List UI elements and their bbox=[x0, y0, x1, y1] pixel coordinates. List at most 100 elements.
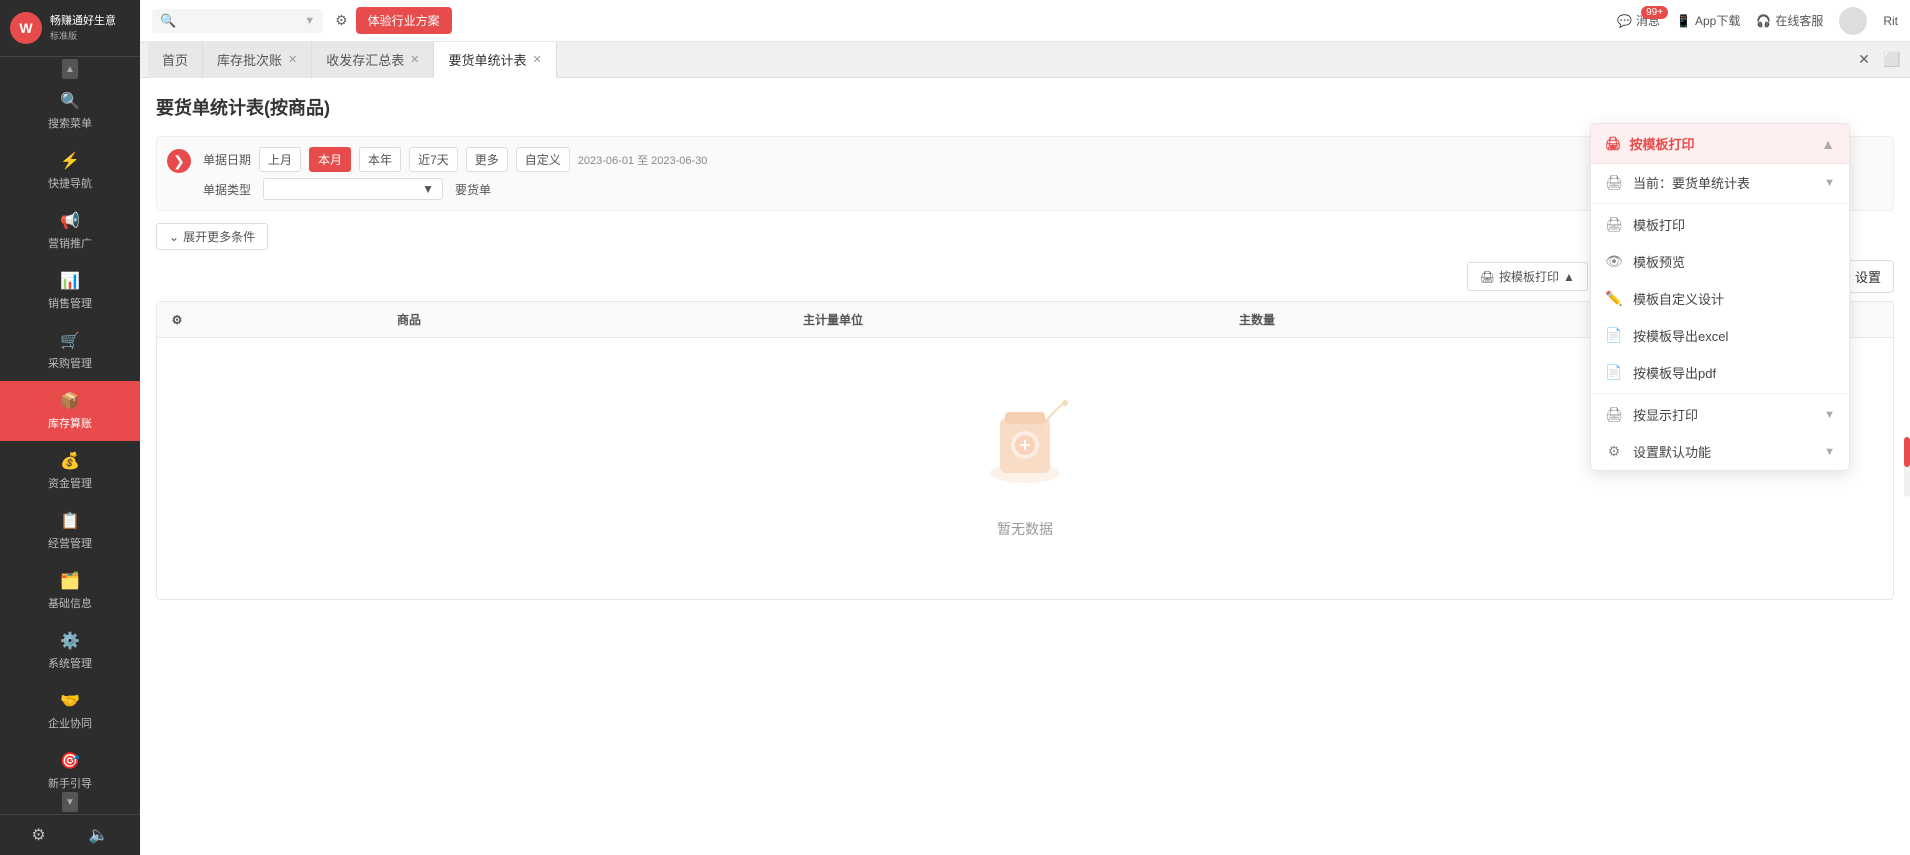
right-scrollbar[interactable] bbox=[1904, 437, 1910, 497]
dropdown-display-print[interactable]: 🖨 按显示打印 ▼ bbox=[1591, 396, 1849, 433]
sidebar-item-label-basic: 基础信息 bbox=[48, 595, 92, 611]
dropdown-current-label: 当前：要货单统计表 bbox=[1633, 173, 1750, 192]
gear-icon[interactable]: ⚙ bbox=[335, 12, 348, 29]
th-settings-label: ⚙ bbox=[172, 313, 183, 327]
tabbar: 首页 库存批次账 ✕ 收发存汇总表 ✕ 要货单统计表 ✕ ✕ ⬜ bbox=[140, 42, 1910, 78]
sidebar-item-shortcut[interactable]: ⚡ 快捷导航 bbox=[0, 141, 140, 201]
dropdown-export-pdf[interactable]: 📄 按模板导出pdf bbox=[1591, 354, 1849, 391]
search-input[interactable] bbox=[180, 14, 300, 28]
purchase-icon: 🛒 bbox=[60, 331, 80, 351]
sidebar-item-marketing[interactable]: 📢 营销推广 bbox=[0, 201, 140, 261]
topbar-search-box[interactable]: 🔍 ▼ bbox=[152, 9, 323, 33]
inventory-icon: 📦 bbox=[60, 391, 80, 411]
tab-home[interactable]: 首页 bbox=[148, 42, 203, 78]
scroll-up-btn[interactable]: ▲ bbox=[62, 59, 78, 79]
phone-icon: 📱 bbox=[1676, 14, 1691, 28]
trial-btn[interactable]: 体验行业方案 bbox=[356, 7, 452, 34]
date-current-btn[interactable]: 本月 bbox=[309, 147, 351, 172]
dropdown-template-preview[interactable]: 👁 模板预览 bbox=[1591, 243, 1849, 280]
tab-collection[interactable]: 收发存汇总表 ✕ bbox=[312, 42, 434, 78]
maximize-window-btn[interactable]: ⬜ bbox=[1882, 50, 1902, 70]
sidebar-item-label-guide: 新手引导 bbox=[48, 775, 92, 790]
page-content: 要货单统计表(按商品) ❯ 单据日期 上月 本月 本年 近7天 更多 自定义 2… bbox=[140, 78, 1910, 855]
dropdown-template-print[interactable]: 🖨 模板打印 bbox=[1591, 206, 1849, 243]
sidebar: W 畅赚通好生意 标准版 ▲ 🔍 搜索菜单 ⚡ 快捷导航 📢 营销推广 📊 销售… bbox=[0, 0, 140, 855]
sidebar-item-label-sales: 销售管理 bbox=[48, 295, 92, 311]
app-download-btn[interactable]: 📱 App下载 bbox=[1676, 12, 1740, 29]
headset-icon: 🎧 bbox=[1756, 14, 1771, 28]
sidebar-item-guide[interactable]: 🎯 新手引导 bbox=[0, 741, 140, 790]
scrollbar-thumb[interactable] bbox=[1904, 437, 1910, 467]
sidebar-item-finance[interactable]: 💰 资金管理 bbox=[0, 441, 140, 501]
dropdown-divider-2 bbox=[1591, 393, 1849, 394]
dropdown-header-close[interactable]: ▲ bbox=[1821, 136, 1835, 152]
scroll-down-btn[interactable]: ▼ bbox=[62, 792, 78, 812]
sidebar-item-label-purchase: 采购管理 bbox=[48, 355, 92, 371]
username-label: Rit bbox=[1883, 14, 1898, 28]
filter-date-area: 单据日期 上月 本月 本年 近7天 更多 自定义 2023-06-01 至 20… bbox=[203, 147, 707, 200]
date-custom-btn[interactable]: 自定义 bbox=[516, 147, 570, 172]
logo-badge: 标准版 bbox=[50, 29, 116, 42]
operation-icon: 📋 bbox=[60, 511, 80, 531]
dropdown-template-design[interactable]: ✏️ 模板自定义设计 bbox=[1591, 280, 1849, 317]
template-print-btn[interactable]: 🖨 按模板打印 ▲ bbox=[1467, 262, 1588, 291]
online-service-btn[interactable]: 🎧 在线客服 bbox=[1756, 12, 1823, 29]
sidebar-item-label-system: 系统管理 bbox=[48, 655, 92, 671]
dropdown-export-pdf-label: 按模板导出pdf bbox=[1633, 363, 1716, 382]
sidebar-item-label-cooperation: 企业协同 bbox=[48, 715, 92, 731]
date-prev-btn[interactable]: 上月 bbox=[259, 147, 301, 172]
tab-home-label: 首页 bbox=[162, 50, 188, 69]
avatar[interactable] bbox=[1839, 7, 1867, 35]
tab-collection-close[interactable]: ✕ bbox=[410, 53, 419, 66]
search-menu-icon: 🔍 bbox=[60, 91, 80, 111]
sidebar-item-cooperation[interactable]: 🤝 企业协同 bbox=[0, 681, 140, 741]
message-btn[interactable]: 💬 消息 99+ bbox=[1617, 12, 1660, 29]
filter-expand-btn[interactable]: ❯ bbox=[167, 149, 191, 173]
message-badge: 99+ bbox=[1641, 6, 1668, 19]
sidebar-item-basic[interactable]: 🗂️ 基础信息 bbox=[0, 561, 140, 621]
tab-requisition-close[interactable]: ✕ bbox=[533, 53, 542, 66]
sidebar-item-sales[interactable]: 📊 销售管理 bbox=[0, 261, 140, 321]
type-select[interactable]: ▼ bbox=[263, 178, 443, 200]
settings-bottom-icon[interactable]: ⚙ bbox=[31, 825, 45, 845]
main-area: 🔍 ▼ ⚙ 体验行业方案 💬 消息 99+ 📱 App下载 🎧 在线客服 Rit bbox=[140, 0, 1910, 855]
type-label: 单据类型 bbox=[203, 181, 251, 198]
search-icon: 🔍 bbox=[160, 13, 176, 29]
finance-icon: 💰 bbox=[60, 451, 80, 471]
close-window-btn[interactable]: ✕ bbox=[1854, 50, 1874, 70]
empty-icon bbox=[975, 398, 1075, 507]
sales-icon: 📊 bbox=[60, 271, 80, 291]
expand-more-icon: ⌄ bbox=[169, 230, 179, 244]
system-icon: ⚙️ bbox=[60, 631, 80, 651]
sidebar-bottom: ⚙ 🔈 bbox=[0, 814, 140, 855]
topbar: 🔍 ▼ ⚙ 体验行业方案 💬 消息 99+ 📱 App下载 🎧 在线客服 Rit bbox=[140, 0, 1910, 42]
template-print-menu-icon: 🖨 bbox=[1605, 216, 1623, 233]
tab-requisition[interactable]: 要货单统计表 ✕ bbox=[434, 42, 556, 78]
sidebar-item-purchase[interactable]: 🛒 采购管理 bbox=[0, 321, 140, 381]
dropdown-export-excel[interactable]: 📄 按模板导出excel bbox=[1591, 317, 1849, 354]
tab-batch[interactable]: 库存批次账 ✕ bbox=[203, 42, 312, 78]
th-settings[interactable]: ⚙ bbox=[157, 313, 197, 327]
sidebar-item-system[interactable]: ⚙️ 系统管理 bbox=[0, 621, 140, 681]
date-label: 单据日期 bbox=[203, 151, 251, 168]
date-more-btn[interactable]: 更多 bbox=[466, 147, 508, 172]
expand-more-btn[interactable]: ⌄ 展开更多条件 bbox=[156, 223, 268, 250]
sidebar-item-search[interactable]: 🔍 搜索菜单 bbox=[0, 81, 140, 141]
dropdown-set-default-label: 设置默认功能 bbox=[1633, 442, 1711, 461]
yh-label: 要货单 bbox=[455, 181, 491, 198]
topbar-right: 💬 消息 99+ 📱 App下载 🎧 在线客服 Rit bbox=[1617, 7, 1898, 35]
dropdown-menu: 🖨 按模板打印 ▲ 🖨 当前：要货单统计表 ▼ 🖨 模板打印 👁 模板预览 ✏️ bbox=[1590, 123, 1850, 471]
date-year-btn[interactable]: 本年 bbox=[359, 147, 401, 172]
tab-batch-close[interactable]: ✕ bbox=[288, 53, 297, 66]
chevron-right-icon: ❯ bbox=[173, 153, 185, 170]
marketing-icon: 📢 bbox=[60, 211, 80, 231]
sidebar-item-operation[interactable]: 📋 经营管理 bbox=[0, 501, 140, 561]
date-7days-btn[interactable]: 近7天 bbox=[409, 147, 458, 172]
sidebar-item-inventory[interactable]: 📦 库存算账 bbox=[0, 381, 140, 441]
shortcut-icon: ⚡ bbox=[60, 151, 80, 171]
sound-bottom-icon[interactable]: 🔈 bbox=[89, 825, 109, 845]
dropdown-current-item[interactable]: 🖨 当前：要货单统计表 ▼ bbox=[1591, 164, 1849, 201]
dropdown-header: 🖨 按模板打印 ▲ bbox=[1591, 124, 1849, 164]
dropdown-set-default[interactable]: ⚙ 设置默认功能 ▼ bbox=[1591, 433, 1849, 470]
logo-text: 畅赚通好生意 bbox=[50, 14, 116, 29]
